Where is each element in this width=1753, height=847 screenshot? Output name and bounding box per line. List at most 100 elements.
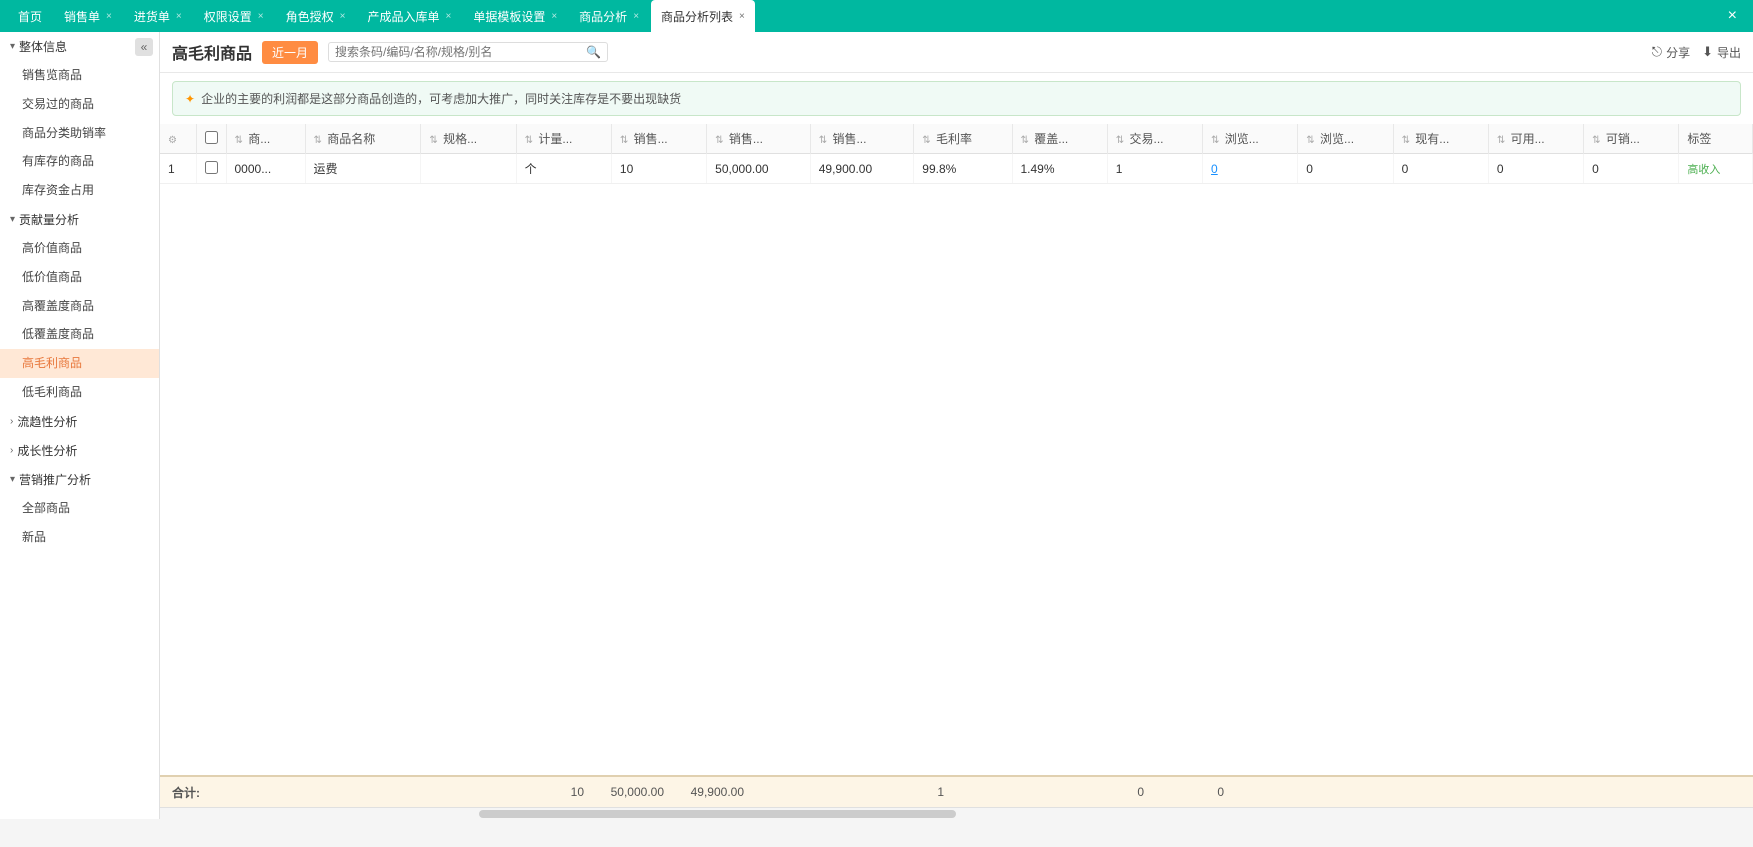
col-usable[interactable]: ⇅ 可用... <box>1488 124 1583 154</box>
sidebar-item-in-stock[interactable]: 有库存的商品 <box>0 147 159 176</box>
top-navigation: 首页 销售单 × 进货单 × 权限设置 × 角色授权 × 产成品入库单 × 单据… <box>0 0 1753 32</box>
close-analysis-list-tab[interactable]: × <box>739 11 745 22</box>
sidebar-section-trend[interactable]: › 流趋性分析 <box>0 407 159 436</box>
col-available[interactable]: ⇅ 现有... <box>1393 124 1488 154</box>
col-name[interactable]: ⇅ 商品名称 <box>305 124 421 154</box>
nav-purchase[interactable]: 进货单 × <box>124 0 192 32</box>
search-box: 🔍 <box>328 42 608 62</box>
sidebar: ▾ 整体信息 销售览商品 交易过的商品 商品分类助销率 有库存的商品 库存资金占… <box>0 32 160 819</box>
collapse-arrow-growth: › <box>10 445 13 456</box>
sidebar-item-high-value[interactable]: 高价值商品 <box>0 234 159 263</box>
sidebar-collapse-button[interactable]: « <box>135 38 153 56</box>
cell-checkbox[interactable] <box>196 154 226 184</box>
col-sales-amount[interactable]: ⇅ 销售... <box>707 124 811 154</box>
close-finished-goods-tab[interactable]: × <box>445 11 451 22</box>
share-button[interactable]: ⎋ 分享 <box>1652 44 1690 61</box>
col-unit[interactable]: ⇅ 计量... <box>516 124 611 154</box>
col-sku-code[interactable]: ⇅ 商... <box>226 124 305 154</box>
col-spec[interactable]: ⇅ 规格... <box>421 124 516 154</box>
total-sales-qty: 10 <box>512 785 592 799</box>
col-sales-qty[interactable]: ⇅ 销售... <box>611 124 706 154</box>
total-transactions: 1 <box>872 785 952 799</box>
cell-browse1[interactable]: 0 <box>1203 154 1298 184</box>
close-role-tab[interactable]: × <box>340 11 346 22</box>
content-header: 高毛利商品 近一月 🔍 ⎋ 分享 ⬇ 导出 <box>160 32 1753 73</box>
header-actions: ⎋ 分享 ⬇ 导出 <box>1652 44 1741 61</box>
total-available: 0 <box>1072 785 1152 799</box>
close-analysis-tab[interactable]: × <box>633 11 639 22</box>
cell-name: 运费 <box>305 154 421 184</box>
select-all-checkbox[interactable] <box>205 131 218 144</box>
cell-browse2: 0 <box>1298 154 1393 184</box>
sidebar-item-high-coverage[interactable]: 高覆盖度商品 <box>0 292 159 321</box>
total-sales-amount: 50,000.00 <box>592 785 672 799</box>
close-template-tab[interactable]: × <box>551 11 557 22</box>
table-row: 1 0000... 运费 个 10 50,000.00 49,900.00 99… <box>160 154 1753 184</box>
browse1-link[interactable]: 0 <box>1211 162 1218 176</box>
sidebar-item-low-coverage[interactable]: 低覆盖度商品 <box>0 320 159 349</box>
close-purchase-tab[interactable]: × <box>176 11 182 22</box>
col-sales-profit[interactable]: ⇅ 销售... <box>810 124 914 154</box>
cell-transactions: 1 <box>1107 154 1202 184</box>
sidebar-item-traded-goods[interactable]: 交易过的商品 <box>0 90 159 119</box>
cell-spec <box>421 154 516 184</box>
cell-coverage: 1.49% <box>1012 154 1107 184</box>
filter-period-button[interactable]: 近一月 <box>262 41 318 64</box>
close-sales-tab[interactable]: × <box>106 11 112 22</box>
total-usable: 0 <box>1152 785 1232 799</box>
cell-gross-margin: 99.8% <box>914 154 1012 184</box>
sidebar-item-sales-goods[interactable]: 销售览商品 <box>0 61 159 90</box>
sidebar-item-high-margin[interactable]: 高毛利商品 <box>0 349 159 378</box>
nav-analysis[interactable]: 商品分析 × <box>569 0 649 32</box>
collapse-arrow-overall: ▾ <box>10 41 15 52</box>
horizontal-scrollbar[interactable] <box>160 807 1753 819</box>
col-tag[interactable]: 标签 <box>1679 124 1753 154</box>
search-input[interactable] <box>335 45 586 59</box>
sidebar-section-growth[interactable]: › 成长性分析 <box>0 436 159 465</box>
col-browse2[interactable]: ⇅ 浏览... <box>1298 124 1393 154</box>
collapse-arrow-trend: › <box>10 416 13 427</box>
nav-analysis-list[interactable]: 商品分析列表 × <box>651 0 755 32</box>
cell-available: 0 <box>1393 154 1488 184</box>
sidebar-item-low-value[interactable]: 低价值商品 <box>0 263 159 292</box>
col-transactions[interactable]: ⇅ 交易... <box>1107 124 1202 154</box>
nav-template[interactable]: 单据模板设置 × <box>463 0 567 32</box>
col-coverage[interactable]: ⇅ 覆盖... <box>1012 124 1107 154</box>
close-window-button[interactable]: × <box>1720 7 1745 25</box>
sort-icon-sales-profit: ⇅ <box>819 135 827 146</box>
sidebar-item-new-goods[interactable]: 新品 <box>0 523 159 552</box>
sidebar-section-marketing[interactable]: ▾ 营销推广分析 <box>0 465 159 494</box>
nav-sales[interactable]: 销售单 × <box>54 0 122 32</box>
data-table: ⚙ ⇅ 商... ⇅ 商品名称 <box>160 124 1753 184</box>
share-icon: ⎋ <box>1652 44 1662 60</box>
total-cell-placeholder3 <box>812 785 872 799</box>
sort-icon-browse1: ⇅ <box>1211 135 1219 146</box>
sidebar-item-low-margin[interactable]: 低毛利商品 <box>0 378 159 407</box>
col-checkbox-header[interactable] <box>196 124 226 154</box>
nav-home[interactable]: 首页 <box>8 0 52 32</box>
export-button[interactable]: ⬇ 导出 <box>1702 44 1741 61</box>
row-checkbox[interactable] <box>205 161 218 174</box>
nav-role[interactable]: 角色授权 × <box>276 0 356 32</box>
nav-finished-goods[interactable]: 产成品入库单 × <box>357 0 461 32</box>
sidebar-item-category-sales-rate[interactable]: 商品分类助销率 <box>0 119 159 148</box>
sort-icon-spec: ⇅ <box>429 135 437 146</box>
sidebar-section-contribution[interactable]: ▾ 贡献量分析 <box>0 205 159 234</box>
close-permission-tab[interactable]: × <box>258 11 264 22</box>
sort-icon-unit: ⇅ <box>525 135 533 146</box>
content-panel: 高毛利商品 近一月 🔍 ⎋ 分享 ⬇ 导出 ✦ 企业的主要的利润都是这部分商品创… <box>160 32 1753 819</box>
cell-no: 1 <box>160 154 196 184</box>
col-saleable[interactable]: ⇅ 可销... <box>1584 124 1679 154</box>
total-cell-placeholder5 <box>1012 785 1072 799</box>
col-browse1[interactable]: ⇅ 浏览... <box>1203 124 1298 154</box>
scrollbar-thumb[interactable] <box>479 810 957 818</box>
col-gross-margin[interactable]: ⇅ 毛利率 <box>914 124 1012 154</box>
sidebar-item-all-goods[interactable]: 全部商品 <box>0 494 159 523</box>
sort-icon-sales-qty: ⇅ <box>620 135 628 146</box>
nav-permission[interactable]: 权限设置 × <box>194 0 274 32</box>
sort-icon-browse2: ⇅ <box>1306 135 1314 146</box>
cell-sales-amount: 50,000.00 <box>707 154 811 184</box>
search-icon[interactable]: 🔍 <box>586 45 601 59</box>
total-cell-placeholder2 <box>752 785 812 799</box>
sidebar-item-stock-capital[interactable]: 库存资金占用 <box>0 176 159 205</box>
